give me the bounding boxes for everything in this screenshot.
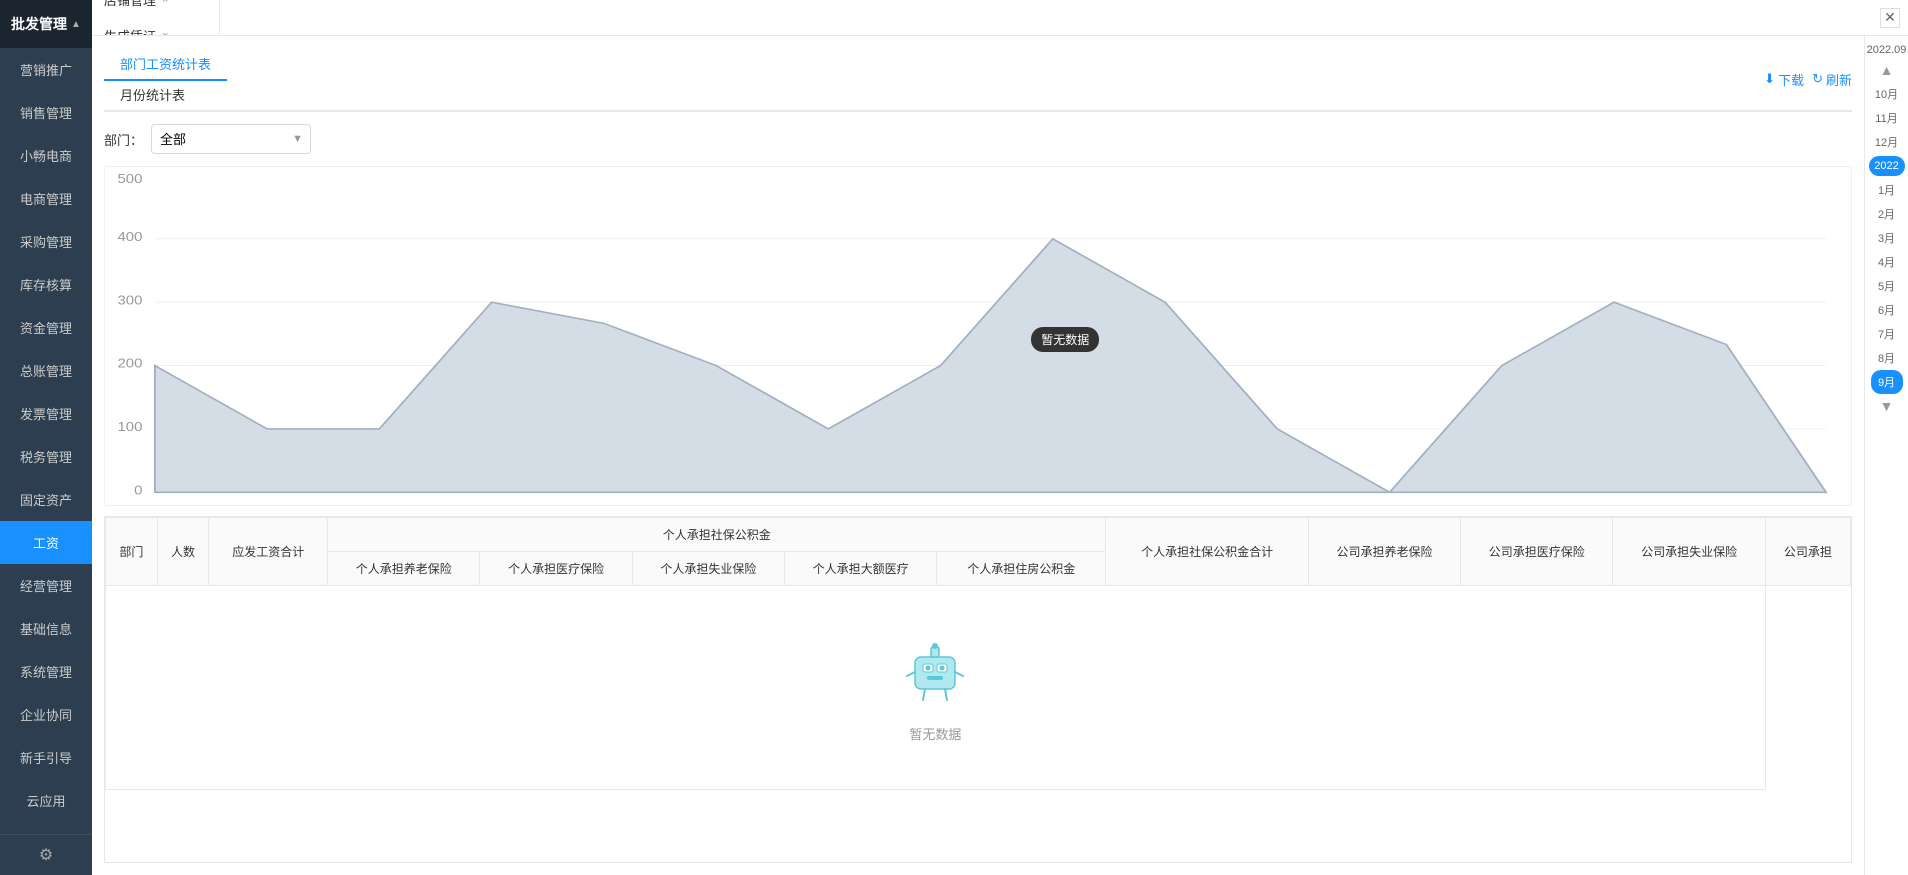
sidebar-item-库存核算[interactable]: 库存核算 xyxy=(0,263,92,306)
sidebar-title: 批发管理 ▲ xyxy=(0,0,92,48)
timeline-item-2022[interactable]: 2022 xyxy=(1869,156,1905,176)
main-area: 首页门店商品目录×销售单×店铺管理×生成凭证×应收应付调整单×工资表×工资统计报… xyxy=(92,0,1908,875)
sidebar-item-工资[interactable]: 工资 xyxy=(0,521,92,564)
sidebar-item-发票管理[interactable]: 发票管理 xyxy=(0,392,92,435)
timeline-item-12月[interactable]: 12月 xyxy=(1869,130,1905,154)
col-header-personal-unemployment: 个人承担失业保险 xyxy=(632,552,784,586)
page-content: 部门工资统计表月份统计表 ⬇ 下载 ↻ 刷新 部门： 全 xyxy=(92,36,1864,875)
tab-店铺管理[interactable]: 店铺管理 × xyxy=(92,0,220,18)
timeline-year-label: 2022.09 xyxy=(1867,44,1907,56)
svg-text:300: 300 xyxy=(117,292,142,307)
timeline-down-nav[interactable]: ▼ xyxy=(1876,394,1898,418)
svg-text:100: 100 xyxy=(117,419,142,434)
timeline-item-9月[interactable]: 9月 xyxy=(1871,370,1903,394)
timeline-item-8月[interactable]: 8月 xyxy=(1869,346,1905,370)
timeline-item-1月[interactable]: 1月 xyxy=(1869,178,1905,202)
empty-icon xyxy=(895,632,975,712)
col-header-count: 人数 xyxy=(157,518,209,586)
sidebar-item-云应用[interactable]: 云应用 xyxy=(0,779,92,822)
tab-label: 店铺管理 xyxy=(104,0,156,9)
col-header-personal-pension: 个人承担养老保险 xyxy=(328,552,480,586)
sidebar-item-总账管理[interactable]: 总账管理 xyxy=(0,349,92,392)
sidebar-bottom: ⚙ xyxy=(0,834,92,875)
subtab-部门工资统计表[interactable]: 部门工资统计表 xyxy=(104,48,227,81)
toolbar-actions: ⬇ 下载 ↻ 刷新 xyxy=(1764,48,1852,110)
svg-text:0: 0 xyxy=(134,483,143,498)
tab-close-icon[interactable]: × xyxy=(162,0,168,6)
col-header-personal-total: 个人承担社保公积金合计 xyxy=(1106,518,1309,586)
download-button[interactable]: ⬇ 下载 xyxy=(1764,70,1804,89)
timeline-item-2月[interactable]: 2月 xyxy=(1869,202,1905,226)
svg-text:400: 400 xyxy=(117,229,142,244)
col-header-company-pension: 公司承担养老保险 xyxy=(1308,518,1460,586)
sidebar-item-小畅电商[interactable]: 小畅电商 xyxy=(0,134,92,177)
timeline-item-10月[interactable]: 10月 xyxy=(1869,82,1905,106)
sidebar-item-系统管理[interactable]: 系统管理 xyxy=(0,650,92,693)
sidebar-title-text: 批发管理 xyxy=(11,14,67,34)
timeline-panel: 2022.09 ▲ 10月11月12月20221月2月3月4月5月6月7月8月9… xyxy=(1864,36,1908,875)
refresh-button[interactable]: ↻ 刷新 xyxy=(1812,70,1852,89)
col-header-personal-medical: 个人承担医疗保险 xyxy=(480,552,632,586)
sidebar-item-企业协同[interactable]: 企业协同 xyxy=(0,693,92,736)
sidebar-item-营销推广[interactable]: 营销推广 xyxy=(0,48,92,91)
col-header-personal-housing: 个人承担住房公积金 xyxy=(937,552,1106,586)
sub-tabs: 部门工资统计表月份统计表 ⬇ 下载 ↻ 刷新 xyxy=(104,48,1852,112)
sidebar-item-经营管理[interactable]: 经营管理 xyxy=(0,564,92,607)
data-table: 部门 人数 应发工资合计 个人承担社保公积金 个人承担社保公积金合计 公司承担养… xyxy=(105,517,1851,790)
sidebar-item-电商管理[interactable]: 电商管理 xyxy=(0,177,92,220)
col-header-company-unemployment: 公司承担失业保险 xyxy=(1613,518,1765,586)
empty-state: 暂无数据 xyxy=(112,592,1759,783)
sidebar-item-资金管理[interactable]: 资金管理 xyxy=(0,306,92,349)
timeline-item-6月[interactable]: 6月 xyxy=(1869,298,1905,322)
refresh-icon: ↻ xyxy=(1812,71,1823,87)
table-empty-row: 暂无数据 xyxy=(106,586,1851,790)
col-header-company-other: 公司承担 xyxy=(1765,518,1850,586)
col-header-company-medical: 公司承担医疗保险 xyxy=(1461,518,1613,586)
settings-icon[interactable]: ⚙ xyxy=(39,845,53,865)
timeline-item-3月[interactable]: 3月 xyxy=(1869,226,1905,250)
tab-生成凭证[interactable]: 生成凭证× xyxy=(92,18,220,37)
tab-bar: 首页门店商品目录×销售单×店铺管理×生成凭证×应收应付调整单×工资表×工资统计报… xyxy=(92,0,1908,36)
tab-bar-end: ✕ xyxy=(1872,8,1908,28)
col-header-personal-extra-medical: 个人承担大额医疗 xyxy=(785,552,937,586)
timeline-item-7月[interactable]: 7月 xyxy=(1869,322,1905,346)
sidebar-item-新手引导[interactable]: 新手引导 xyxy=(0,736,92,779)
svg-text:500: 500 xyxy=(117,171,142,186)
tab-label: 生成凭证 xyxy=(104,26,156,36)
table-container[interactable]: 部门 人数 应发工资合计 个人承担社保公积金 个人承担社保公积金合计 公司承担养… xyxy=(104,516,1852,863)
dept-select-wrap: 全部 ▼ xyxy=(151,124,311,154)
timeline-item-4月[interactable]: 4月 xyxy=(1869,250,1905,274)
timeline-item-11月[interactable]: 11月 xyxy=(1869,106,1905,130)
col-group-personal: 个人承担社保公积金 xyxy=(328,518,1106,552)
sidebar-item-税务管理[interactable]: 税务管理 xyxy=(0,435,92,478)
dept-select[interactable]: 全部 xyxy=(151,124,311,154)
download-icon: ⬇ xyxy=(1764,71,1775,87)
svg-text:200: 200 xyxy=(117,356,142,371)
content-area: 部门工资统计表月份统计表 ⬇ 下载 ↻ 刷新 部门： 全 xyxy=(92,36,1908,875)
timeline-item-5月[interactable]: 5月 xyxy=(1869,274,1905,298)
col-header-total-salary: 应发工资合计 xyxy=(209,518,328,586)
tab-close-all-button[interactable]: ✕ xyxy=(1880,8,1900,28)
subtab-月份统计表[interactable]: 月份统计表 xyxy=(104,79,227,112)
col-header-dept: 部门 xyxy=(106,518,158,586)
refresh-label: 刷新 xyxy=(1826,70,1852,89)
chart-container: 0 100 200 300 400 500 暂无数据 xyxy=(104,166,1852,506)
timeline-up-nav[interactable]: ▲ xyxy=(1876,58,1898,82)
chart-svg: 0 100 200 300 400 500 xyxy=(105,167,1851,505)
sidebar-arrow-icon: ▲ xyxy=(71,19,81,30)
dept-label: 部门： xyxy=(104,130,143,149)
sidebar-item-固定资产[interactable]: 固定资产 xyxy=(0,478,92,521)
download-label: 下载 xyxy=(1778,70,1804,89)
sidebar-item-采购管理[interactable]: 采购管理 xyxy=(0,220,92,263)
empty-text: 暂无数据 xyxy=(909,724,961,743)
chart-no-data-tooltip: 暂无数据 xyxy=(1031,327,1099,352)
sidebar-item-基础信息[interactable]: 基础信息 xyxy=(0,607,92,650)
filter-toolbar: 部门： 全部 ▼ xyxy=(104,124,1852,154)
sidebar-item-销售管理[interactable]: 销售管理 xyxy=(0,91,92,134)
sidebar: 批发管理 ▲ 营销推广销售管理小畅电商电商管理采购管理库存核算资金管理总账管理发… xyxy=(0,0,92,875)
